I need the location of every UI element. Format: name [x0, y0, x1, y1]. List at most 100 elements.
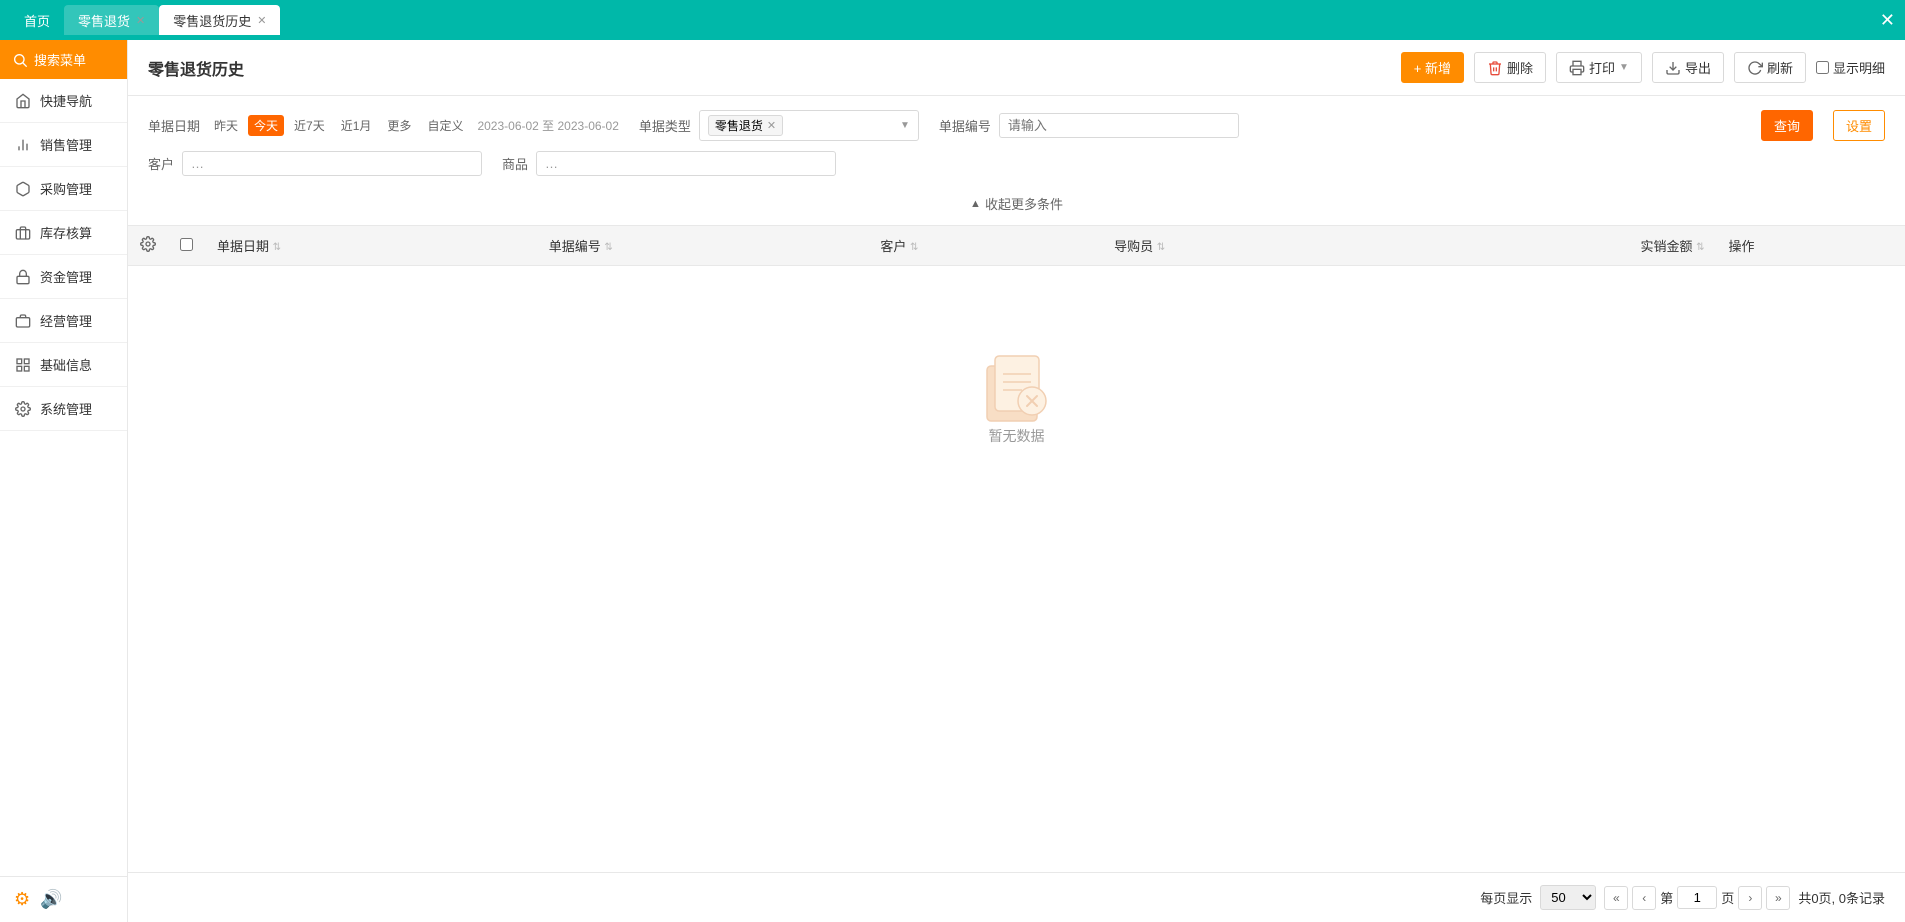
data-table: 单据日期 ⇅ 单据编号 ⇅ 客户 ⇅ 导购员 ⇅	[128, 226, 1905, 526]
date-btn-1month[interactable]: 近1月	[335, 115, 378, 136]
table-header-bill-date[interactable]: 单据日期 ⇅	[205, 226, 537, 266]
page-number-input[interactable]	[1677, 886, 1717, 909]
tab-retail-return-history-label: 零售退货历史	[173, 11, 251, 30]
tab-retail-return-close[interactable]: ✕	[136, 14, 145, 27]
grid-icon	[14, 356, 32, 374]
tab-retail-return[interactable]: 零售退货 ✕	[64, 5, 159, 35]
sort-bill-no-icon: ⇅	[604, 242, 612, 253]
query-button[interactable]: 查询	[1761, 110, 1813, 141]
empty-illustration	[977, 346, 1057, 426]
table-col-bill-no-label: 单据编号	[549, 239, 601, 254]
refresh-icon	[1747, 60, 1763, 76]
refresh-button[interactable]: 刷新	[1734, 52, 1806, 83]
date-btn-today[interactable]: 今天	[248, 115, 284, 136]
main-layout: 搜索菜单 快捷导航 销售管理 采购管理 库存核算	[0, 40, 1905, 922]
sidebar-volume-icon[interactable]: 🔊	[40, 889, 62, 910]
add-button[interactable]: + 新增	[1401, 52, 1464, 83]
sidebar-item-inventory[interactable]: 库存核算	[0, 211, 127, 255]
sidebar-item-finance-label: 资金管理	[40, 267, 92, 286]
page-next-button[interactable]: ›	[1738, 886, 1762, 910]
table-header-checkbox[interactable]	[168, 226, 205, 266]
bill-date-label: 单据日期	[148, 116, 200, 135]
date-btn-7days[interactable]: 近7天	[288, 115, 331, 136]
date-btn-custom[interactable]: 自定义	[421, 115, 469, 136]
bill-no-label: 单据编号	[939, 116, 991, 135]
show-detail-checkbox[interactable]	[1816, 61, 1829, 74]
export-icon	[1665, 60, 1681, 76]
sidebar-item-sales[interactable]: 销售管理	[0, 123, 127, 167]
page-prev-button[interactable]: ‹	[1632, 886, 1656, 910]
filter-bill-no: 单据编号	[939, 113, 1239, 138]
table-col-actions-label: 操作	[1728, 239, 1754, 254]
page-last-button[interactable]: »	[1766, 886, 1790, 910]
table-col-bill-date-label: 单据日期	[217, 239, 269, 254]
bill-type-select[interactable]: 零售退货 ✕ ▼	[699, 110, 919, 141]
top-bar: 首页 零售退货 ✕ 零售退货历史 ✕ ✕	[0, 0, 1905, 40]
table-header-bill-no[interactable]: 单据编号 ⇅	[537, 226, 869, 266]
header-actions: + 新增 删除 打印 ▼ 导出 刷新	[1401, 52, 1885, 83]
delete-button[interactable]: 删除	[1474, 52, 1546, 83]
table-gear-icon	[140, 236, 156, 252]
box-icon	[14, 180, 32, 198]
customer-input[interactable]: …	[182, 151, 482, 176]
filter-bill-type: 单据类型 零售退货 ✕ ▼	[639, 110, 919, 141]
filter-goods: 商品 …	[502, 151, 836, 176]
home-icon	[14, 92, 32, 110]
table-select-all-checkbox[interactable]	[180, 238, 193, 251]
show-detail-checkbox-label[interactable]: 显示明细	[1816, 58, 1885, 77]
table-col-guide-label: 导购员	[1114, 239, 1153, 254]
filter-row-1: 单据日期 昨天 今天 近7天 近1月 更多 自定义 2023-06-02 至 2…	[148, 110, 1885, 141]
print-dropdown-icon: ▼	[1619, 62, 1629, 73]
table-header-customer[interactable]: 客户 ⇅	[868, 226, 1102, 266]
bill-type-tag-close[interactable]: ✕	[767, 119, 776, 132]
page-unit-label: 页	[1721, 888, 1734, 907]
sidebar-search-label: 搜索菜单	[34, 50, 86, 69]
sidebar: 搜索菜单 快捷导航 销售管理 采购管理 库存核算	[0, 40, 128, 922]
collapse-button[interactable]: ▲ 收起更多条件	[970, 194, 1063, 213]
sidebar-item-operations[interactable]: 经营管理	[0, 299, 127, 343]
page-nav: « ‹ 第 页 › »	[1604, 886, 1790, 910]
export-button-label: 导出	[1685, 58, 1711, 77]
sidebar-item-operations-label: 经营管理	[40, 311, 92, 330]
sidebar-item-purchase[interactable]: 采购管理	[0, 167, 127, 211]
window-close-button[interactable]: ✕	[1880, 10, 1895, 31]
tab-home[interactable]: 首页	[10, 5, 64, 35]
search-icon	[12, 52, 28, 68]
tab-retail-return-history-close[interactable]: ✕	[257, 14, 266, 27]
warehouse-icon	[14, 224, 32, 242]
delete-button-label: 删除	[1507, 58, 1533, 77]
print-icon	[1569, 60, 1585, 76]
table-header-guide[interactable]: 导购员 ⇅	[1102, 226, 1385, 266]
sidebar-item-basic-info[interactable]: 基础信息	[0, 343, 127, 387]
bill-type-tag: 零售退货 ✕	[708, 115, 783, 136]
table-header-amount[interactable]: 实销金额 ⇅	[1385, 226, 1717, 266]
per-page-label: 每页显示	[1480, 888, 1532, 907]
per-page-select[interactable]: 10 20 50 100	[1540, 885, 1596, 910]
print-button[interactable]: 打印 ▼	[1556, 52, 1642, 83]
tab-retail-return-history[interactable]: 零售退货历史 ✕	[159, 5, 280, 35]
table-header-gear[interactable]	[128, 226, 168, 266]
export-button[interactable]: 导出	[1652, 52, 1724, 83]
lock-icon	[14, 268, 32, 286]
table-col-amount-label: 实销金额	[1640, 239, 1692, 254]
sidebar-item-system[interactable]: 系统管理	[0, 387, 127, 431]
page-first-button[interactable]: «	[1604, 886, 1628, 910]
date-btn-yesterday[interactable]: 昨天	[208, 115, 244, 136]
sidebar-item-finance[interactable]: 资金管理	[0, 255, 127, 299]
bill-no-input[interactable]	[999, 113, 1239, 138]
date-btn-more[interactable]: 更多	[381, 115, 417, 136]
table-col-customer-label: 客户	[880, 239, 906, 254]
sort-bill-date-icon: ⇅	[273, 242, 281, 253]
settings-icon	[14, 400, 32, 418]
sidebar-item-system-label: 系统管理	[40, 399, 92, 418]
sidebar-search[interactable]: 搜索菜单	[0, 40, 127, 79]
page-title: 零售退货历史	[148, 56, 244, 80]
date-filters: 昨天 今天 近7天 近1月 更多 自定义	[208, 115, 469, 136]
goods-input[interactable]: …	[536, 151, 836, 176]
page-header: 零售退货历史 + 新增 删除 打印 ▼ 导出 刷新	[128, 40, 1905, 96]
sort-guide-icon: ⇅	[1157, 242, 1165, 253]
sidebar-gear-icon[interactable]: ⚙	[14, 889, 30, 910]
settings-button[interactable]: 设置	[1833, 110, 1885, 141]
bill-type-dropdown-icon: ▼	[900, 120, 910, 131]
sidebar-item-quick-nav[interactable]: 快捷导航	[0, 79, 127, 123]
